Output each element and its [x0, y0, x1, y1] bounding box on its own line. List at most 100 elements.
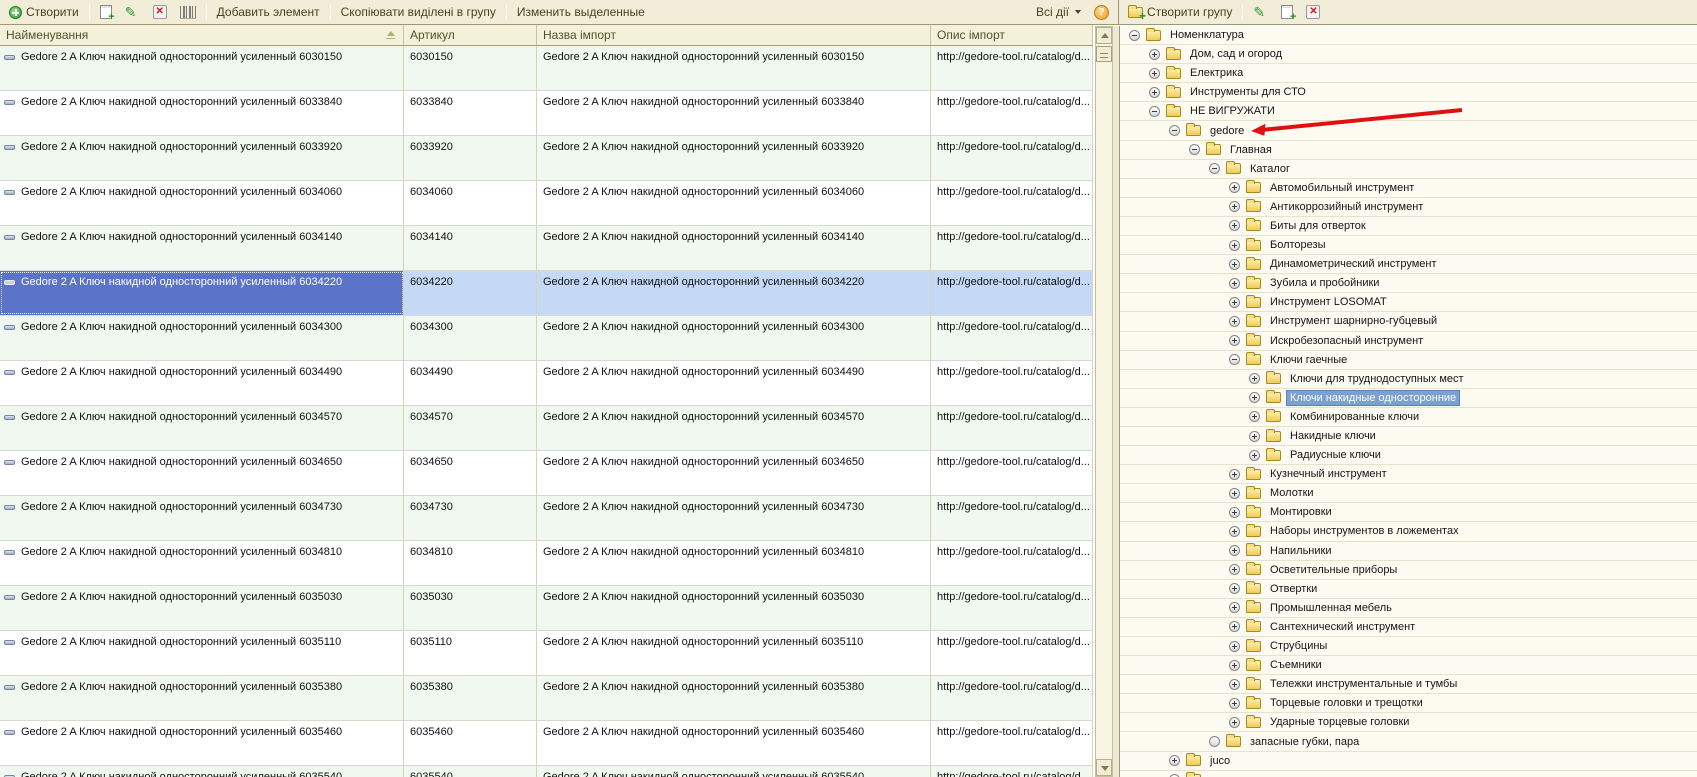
- cell-import-name[interactable]: Gedore 2 A Ключ накидной односторонний у…: [537, 541, 931, 585]
- tree-item[interactable]: Антикоррозийный инструмент: [1120, 198, 1697, 217]
- cell-import-desc[interactable]: http://gedore-tool.ru/catalog/d...: [931, 541, 1093, 585]
- cell-article[interactable]: 6035110: [404, 631, 537, 675]
- tree-item-label[interactable]: Наборы инструментов в ложементах: [1267, 524, 1462, 538]
- barcode-button[interactable]: [175, 4, 201, 21]
- table-scrollbar[interactable]: [1095, 26, 1113, 777]
- add-element-button[interactable]: Добавить элемент: [212, 3, 325, 21]
- tree-item-label[interactable]: Електрика: [1187, 66, 1246, 80]
- cell-import-name[interactable]: Gedore 2 A Ключ накидной односторонний у…: [537, 316, 931, 360]
- copy-selected-to-group-button[interactable]: Скопіювати виділені в групу: [336, 3, 501, 21]
- tree-item-label[interactable]: Болторезы: [1267, 238, 1329, 252]
- tree-item[interactable]: Торцевые головки и трещотки: [1120, 694, 1697, 714]
- tree-item[interactable]: juco: [1120, 752, 1697, 771]
- cell-import-desc[interactable]: http://gedore-tool.ru/catalog/d...: [931, 316, 1093, 360]
- tree-expander-icon[interactable]: [1229, 315, 1240, 327]
- tree-expander-icon[interactable]: [1229, 659, 1240, 671]
- delete-item-button[interactable]: ✕: [148, 3, 172, 21]
- tree-item-label[interactable]: Каталог: [1247, 162, 1293, 176]
- cell-article[interactable]: 6035030: [404, 586, 537, 630]
- tree-item[interactable]: Осветительные приборы: [1120, 561, 1697, 580]
- tree-item[interactable]: Искробезопасный инструмент: [1120, 332, 1697, 351]
- table-row[interactable]: Gedore 2 A Ключ накидной односторонний у…: [0, 316, 1093, 361]
- tree-item-label[interactable]: Молотки: [1267, 486, 1317, 500]
- tree-item-label[interactable]: Антикоррозийный инструмент: [1267, 200, 1426, 214]
- cell-article[interactable]: 6034650: [404, 451, 537, 495]
- table-row[interactable]: Gedore 2 A Ключ накидной односторонний у…: [0, 586, 1093, 631]
- cell-import-desc[interactable]: http://gedore-tool.ru/catalog/d...: [931, 361, 1093, 405]
- tree-item[interactable]: Тележки инструментальные и тумбы: [1120, 675, 1697, 695]
- tree-item[interactable]: Дом, сад и огород: [1120, 45, 1697, 65]
- tree-expander-icon[interactable]: [1249, 373, 1260, 385]
- all-actions-button[interactable]: Всі дії: [1031, 3, 1086, 21]
- tree-expander-icon[interactable]: [1249, 411, 1260, 423]
- tree-item-label[interactable]: Номенклатура: [1167, 28, 1247, 42]
- cell-name[interactable]: Gedore 2 A Ключ накидной односторонний у…: [0, 721, 404, 765]
- table-row[interactable]: Gedore 2 A Ключ накидной односторонний у…: [0, 46, 1093, 91]
- cell-article[interactable]: 6034570: [404, 406, 537, 450]
- tree-item-label[interactable]: Монтировки: [1267, 505, 1335, 519]
- tree-item[interactable]: gedore: [1120, 121, 1697, 141]
- tree-item-label[interactable]: Радиусные ключи: [1287, 448, 1384, 462]
- tree-expander-icon[interactable]: [1229, 277, 1240, 289]
- cell-import-name[interactable]: Gedore 2 A Ключ накидной односторонний у…: [537, 91, 931, 135]
- cell-article[interactable]: 6034810: [404, 541, 537, 585]
- cell-article[interactable]: 6035460: [404, 721, 537, 765]
- tree-expander-icon[interactable]: [1169, 755, 1180, 767]
- tree-item-label[interactable]: Дом, сад и огород: [1187, 47, 1285, 61]
- tree-expander-icon[interactable]: [1229, 258, 1240, 270]
- column-header-import-name[interactable]: Назва імпорт: [537, 25, 931, 45]
- copy-item-button[interactable]: [95, 3, 117, 23]
- tree-expander-icon[interactable]: [1249, 449, 1260, 461]
- tree-item[interactable]: Електрика: [1120, 64, 1697, 84]
- tree-expander-icon[interactable]: [1229, 487, 1240, 499]
- tree-expander-icon[interactable]: [1189, 144, 1200, 156]
- cell-name[interactable]: Gedore 2 A Ключ накидной односторонний у…: [0, 136, 404, 180]
- tree-item-label[interactable]: Инструменты для СТО: [1187, 85, 1309, 99]
- cell-import-desc[interactable]: http://gedore-tool.ru/catalog/d...: [931, 136, 1093, 180]
- tree-item-label[interactable]: Ключи гаечные: [1267, 353, 1350, 367]
- cell-name[interactable]: Gedore 2 A Ключ накидной односторонний у…: [0, 766, 404, 777]
- tree-item-label[interactable]: Динамометрический инструмент: [1267, 257, 1440, 271]
- cell-name[interactable]: Gedore 2 A Ключ накидной односторонний у…: [0, 496, 404, 540]
- tree-expander-icon[interactable]: [1169, 125, 1180, 137]
- cell-article[interactable]: 6034730: [404, 496, 537, 540]
- table-row[interactable]: Gedore 2 A Ключ накидной односторонний у…: [0, 361, 1093, 406]
- cell-article[interactable]: 6033920: [404, 136, 537, 180]
- table-row[interactable]: Gedore 2 A Ключ накидной односторонний у…: [0, 226, 1093, 271]
- cell-import-desc[interactable]: http://gedore-tool.ru/catalog/d...: [931, 496, 1093, 540]
- tree-item[interactable]: Главная: [1120, 141, 1697, 160]
- delete-group-button[interactable]: ✕: [1301, 3, 1325, 21]
- cell-import-desc[interactable]: http://gedore-tool.ru/catalog/d...: [931, 676, 1093, 720]
- tree-expander-icon[interactable]: [1229, 621, 1240, 633]
- table-row[interactable]: Gedore 2 A Ключ накидной односторонний у…: [0, 271, 1093, 316]
- cell-import-name[interactable]: Gedore 2 A Ключ накидной односторонний у…: [537, 46, 931, 90]
- cell-import-name[interactable]: Gedore 2 A Ключ накидной односторонний у…: [537, 676, 931, 720]
- tree-item[interactable]: Каталог: [1120, 160, 1697, 179]
- tree-expander-icon[interactable]: [1209, 163, 1220, 175]
- cell-name[interactable]: Gedore 2 A Ключ накидной односторонний у…: [0, 46, 404, 90]
- tree-item[interactable]: Инструмент LOSOMAT: [1120, 293, 1697, 313]
- tree-item-label[interactable]: Торцевые головки и трещотки: [1267, 696, 1426, 710]
- tree-expander-icon[interactable]: [1229, 201, 1240, 213]
- copy-group-button[interactable]: [1276, 3, 1298, 23]
- tree-expander-icon[interactable]: [1229, 239, 1240, 251]
- cell-import-name[interactable]: Gedore 2 A Ключ накидной односторонний у…: [537, 226, 931, 270]
- tree-expander-icon[interactable]: [1229, 640, 1240, 652]
- tree-item[interactable]: Автомобильный инструмент: [1120, 179, 1697, 198]
- tree-item-label[interactable]: gedore: [1207, 124, 1247, 138]
- cell-name[interactable]: Gedore 2 A Ключ накидной односторонний у…: [0, 451, 404, 495]
- tree-item[interactable]: Комбинированные ключи: [1120, 408, 1697, 427]
- help-button[interactable]: ?: [1089, 3, 1114, 22]
- cell-import-desc[interactable]: http://gedore-tool.ru/catalog/d...: [931, 46, 1093, 90]
- tree-item[interactable]: Монтировки: [1120, 503, 1697, 523]
- tree-expander-icon[interactable]: [1149, 67, 1160, 79]
- tree-expander-icon[interactable]: [1229, 506, 1240, 518]
- tree-item-label[interactable]: Главная: [1227, 143, 1275, 157]
- scroll-up-button[interactable]: [1096, 27, 1112, 44]
- table-row[interactable]: Gedore 2 A Ключ накидной односторонний у…: [0, 676, 1093, 721]
- cell-import-name[interactable]: Gedore 2 A Ключ накидной односторонний у…: [537, 361, 931, 405]
- cell-name[interactable]: Gedore 2 A Ключ накидной односторонний у…: [0, 361, 404, 405]
- tree-item[interactable]: Ударные торцевые головки: [1120, 713, 1697, 733]
- table-row[interactable]: Gedore 2 A Ключ накидной односторонний у…: [0, 91, 1093, 136]
- edit-item-button[interactable]: ✎: [120, 3, 145, 22]
